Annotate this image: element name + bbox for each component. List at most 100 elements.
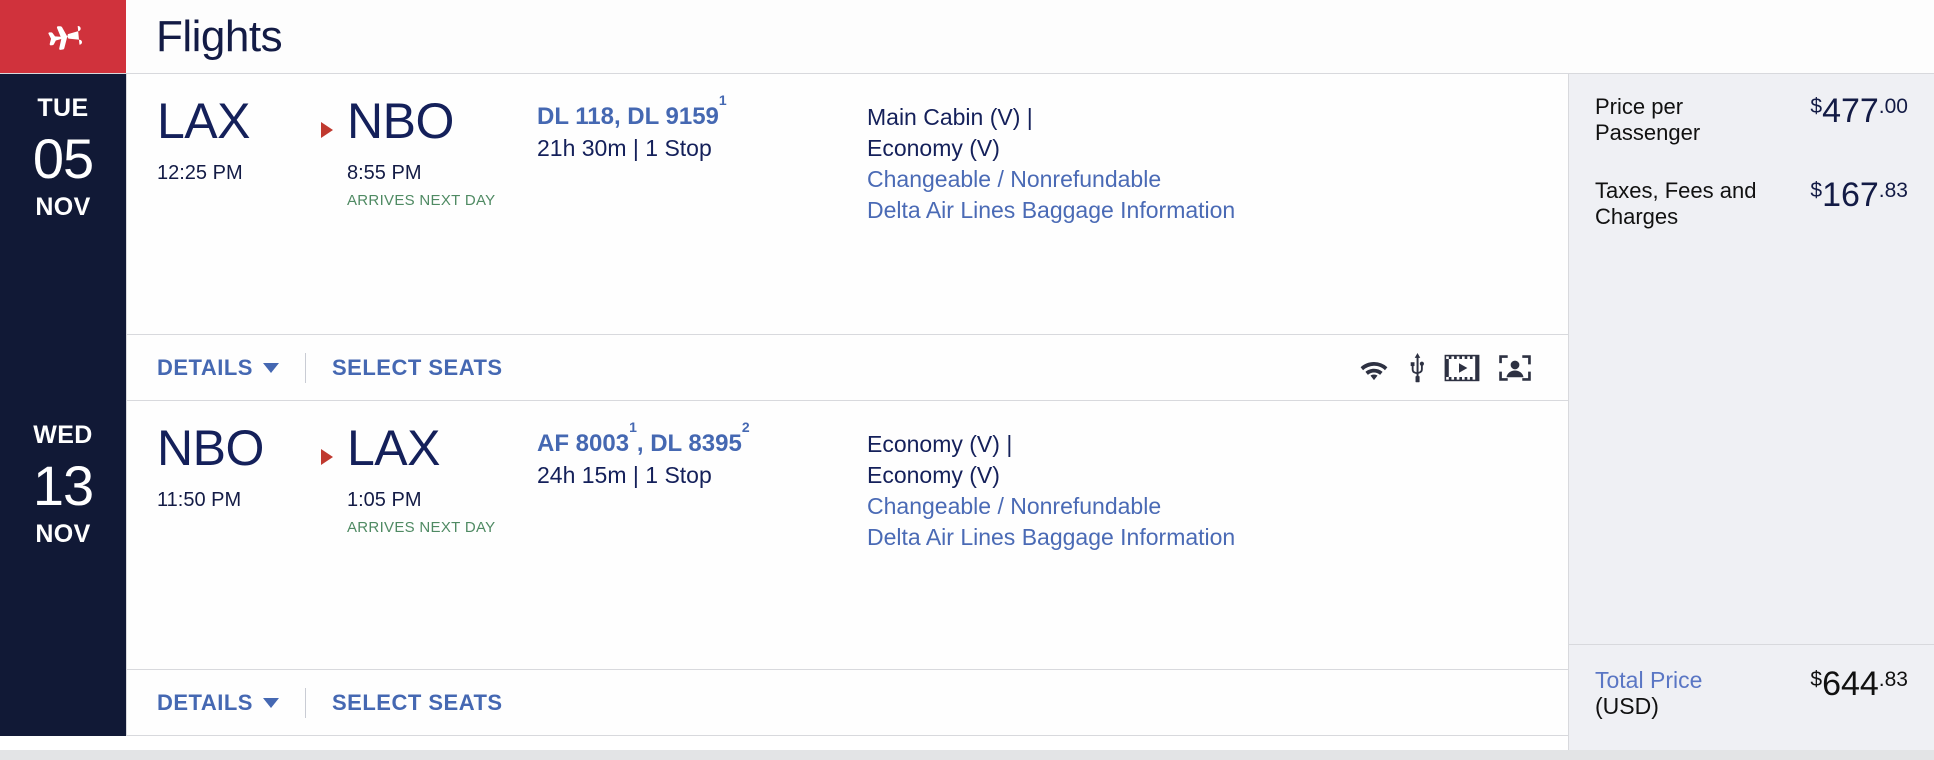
total-price-value: $644.83: [1810, 667, 1908, 701]
flights-header: Flights: [0, 0, 1934, 74]
currency-symbol: $: [1810, 178, 1823, 202]
select-seats-label: SELECT SEATS: [331, 689, 503, 715]
details-label: DETAILS: [157, 689, 253, 715]
total-price-row: Total Price (USD) $644.83: [1595, 667, 1908, 720]
taxes-fees-label: Taxes, Fees and Charges: [1595, 177, 1757, 229]
details-button[interactable]: DETAILS: [157, 690, 279, 716]
total-price-currency-note: (USD): [1595, 693, 1659, 720]
price-per-passenger-label: Price per Passenger: [1595, 94, 1701, 145]
origin-airport-code: LAX: [157, 93, 251, 149]
details-label: DETAILS: [157, 354, 253, 380]
price-row-taxes-fees: Taxes, Fees and Charges $167.83: [1595, 178, 1908, 230]
cabin-class-line-2: Economy (V): [867, 462, 1000, 489]
flight-leg-outbound: TUE 05 NOV LAX 12:25 PM NBO 8:55 PM ARRI…: [0, 74, 1568, 401]
flight-numbers-block: DL 118, DL 91591 21h 30m | 1 Stop: [537, 92, 867, 164]
duration-stops: 21h 30m | 1 Stop: [537, 135, 712, 161]
cabin-fare-block: Economy (V) | Economy (V) Changeable / N…: [867, 423, 1568, 553]
origin-airport-code: NBO: [157, 420, 264, 476]
route-arrow-icon: [307, 423, 347, 465]
destination-block: NBO 8:55 PM ARRIVES NEXT DAY: [347, 96, 507, 209]
card-gap-strip: [0, 750, 1934, 760]
route-summary: LAX 12:25 PM NBO 8:55 PM ARRIVES NEXT DA…: [127, 96, 537, 209]
flight-numbers-link[interactable]: AF 80031, DL 83952: [537, 419, 867, 459]
details-button[interactable]: DETAILS: [157, 355, 279, 381]
leg-date-badge: TUE 05 NOV: [0, 74, 126, 401]
date-month: NOV: [35, 193, 91, 222]
wifi-icon: [1357, 355, 1391, 381]
select-seats-button[interactable]: SELECT SEATS: [332, 355, 503, 381]
flights-body: TUE 05 NOV LAX 12:25 PM NBO 8:55 PM ARRI…: [0, 74, 1934, 750]
airplane-icon: [40, 14, 86, 60]
amount-dollars: 167: [1822, 175, 1879, 214]
usb-power-icon: [1409, 352, 1426, 383]
chevron-down-icon: [262, 362, 279, 373]
total-price-label: Total Price (USD): [1595, 667, 1702, 720]
price-panel: Price per Passenger $477.00 Taxes, Fees …: [1568, 74, 1934, 750]
date-day-number: 05: [32, 127, 94, 190]
amount-cents: .83: [1878, 178, 1908, 202]
route-summary: NBO 11:50 PM LAX 1:05 PM ARRIVES NEXT DA…: [127, 423, 537, 536]
arrives-next-day-note: ARRIVES NEXT DAY: [347, 192, 496, 209]
flight-number-primary: AF 8003: [537, 430, 630, 457]
amenities-list: [1357, 352, 1532, 383]
fare-rules-link[interactable]: Changeable / Nonrefundable: [867, 164, 1568, 195]
cabin-fare-block: Main Cabin (V) | Economy (V) Changeable …: [867, 96, 1568, 226]
inflight-movie-icon: [1444, 354, 1480, 382]
destination-block: LAX 1:05 PM ARRIVES NEXT DAY: [347, 423, 507, 536]
cabin-class-line-2: Economy (V): [867, 135, 1000, 162]
flight-numbers-link[interactable]: DL 118, DL 91591: [537, 92, 867, 132]
origin-block: LAX 12:25 PM: [157, 96, 307, 184]
arrives-next-day-note: ARRIVES NEXT DAY: [347, 519, 496, 536]
flight-numbers-footnote: 1: [718, 92, 727, 109]
origin-departure-time: 12:25 PM: [157, 162, 243, 184]
page-title: Flights: [156, 11, 283, 61]
baggage-information-link[interactable]: Delta Air Lines Baggage Information: [867, 195, 1568, 226]
leg-summary: LAX 12:25 PM NBO 8:55 PM ARRIVES NEXT DA…: [127, 74, 1568, 334]
legs-column: TUE 05 NOV LAX 12:25 PM NBO 8:55 PM ARRI…: [0, 74, 1568, 750]
leg-summary: NBO 11:50 PM LAX 1:05 PM ARRIVES NEXT DA…: [127, 401, 1568, 669]
date-day-number: 13: [32, 454, 94, 517]
destination-airport-code: LAX: [347, 420, 441, 476]
action-divider: [304, 352, 306, 383]
price-breakdown: Price per Passenger $477.00 Taxes, Fees …: [1569, 74, 1934, 644]
cabin-class-line-1: Main Cabin (V) |: [867, 104, 1033, 130]
action-divider: [304, 687, 306, 718]
flights-card-page: Flights TUE 05 NOV LAX 12:25 PM NBO 8:55…: [0, 0, 1934, 760]
select-seats-label: SELECT SEATS: [331, 354, 503, 380]
leg-action-bar: DETAILS SELECT SEATS: [127, 669, 1568, 735]
airline-flag: [0, 0, 126, 73]
date-day-of-week: WED: [33, 421, 93, 449]
flight-number-primary-footnote: 1: [629, 419, 637, 436]
price-per-passenger-value: $477.00: [1810, 94, 1908, 128]
origin-block: NBO 11:50 PM: [157, 423, 307, 511]
select-seats-button[interactable]: SELECT SEATS: [332, 690, 503, 716]
flight-leg-return: WED 13 NOV NBO 11:50 PM LAX 1:05 PM ARRI…: [0, 401, 1568, 736]
currency-symbol: $: [1810, 95, 1823, 118]
flight-numbers-text: DL 118, DL 9159: [537, 103, 719, 130]
personal-screen-icon: [1498, 354, 1532, 382]
taxes-fees-value: $167.83: [1810, 178, 1908, 212]
destination-arrival-time: 1:05 PM: [347, 489, 422, 511]
price-row-per-passenger: Price per Passenger $477.00: [1595, 94, 1908, 146]
flight-number-secondary: , DL 8395: [636, 430, 742, 457]
currency-symbol: $: [1810, 668, 1823, 691]
duration-stops: 24h 15m | 1 Stop: [537, 462, 712, 488]
destination-airport-code: NBO: [347, 93, 454, 149]
total-price-link[interactable]: Total Price: [1595, 667, 1702, 693]
baggage-information-link[interactable]: Delta Air Lines Baggage Information: [867, 522, 1568, 553]
route-arrow-icon: [307, 96, 347, 138]
fare-rules-link[interactable]: Changeable / Nonrefundable: [867, 491, 1568, 522]
total-price-block: Total Price (USD) $644.83: [1569, 644, 1934, 750]
date-month: NOV: [35, 520, 91, 549]
origin-departure-time: 11:50 PM: [157, 489, 242, 511]
leg-content: NBO 11:50 PM LAX 1:05 PM ARRIVES NEXT DA…: [126, 401, 1568, 736]
destination-arrival-time: 8:55 PM: [347, 162, 422, 184]
flight-number-secondary-footnote: 2: [741, 419, 750, 436]
date-day-of-week: TUE: [37, 94, 89, 122]
leg-content: LAX 12:25 PM NBO 8:55 PM ARRIVES NEXT DA…: [126, 74, 1568, 401]
cabin-class-line-1: Economy (V) |: [867, 431, 1013, 457]
amount-cents: .83: [1878, 668, 1908, 691]
leg-date-badge: WED 13 NOV: [0, 401, 126, 736]
amount-dollars: 644: [1822, 665, 1879, 703]
chevron-down-icon: [262, 697, 279, 708]
